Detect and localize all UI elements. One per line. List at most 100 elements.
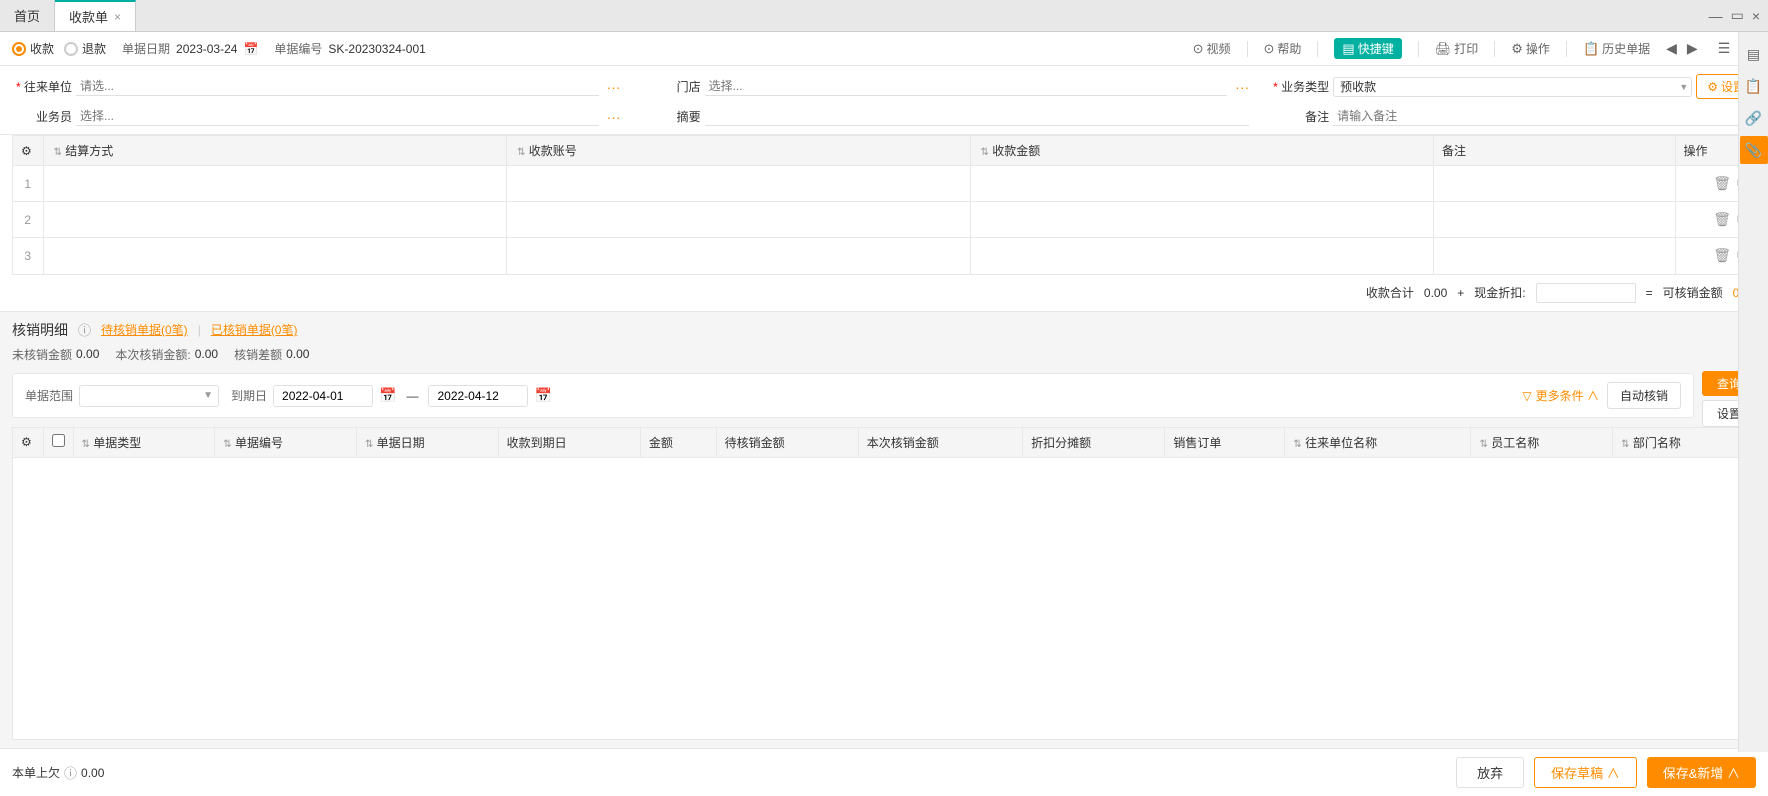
row-3-settle[interactable] xyxy=(43,238,507,274)
abandon-btn[interactable]: 放弃 xyxy=(1456,757,1524,788)
shortcut-btn[interactable]: ▤ 快捷键 xyxy=(1334,38,1401,59)
reconcile-info-icon[interactable]: ⓘ xyxy=(78,320,91,339)
thistime-stat: 本次核销金额: 0.00 xyxy=(115,346,218,363)
operate-btn[interactable]: ⚙ 操作 xyxy=(1511,40,1550,57)
store-input[interactable] xyxy=(705,77,1228,96)
operate-label: 操作 xyxy=(1526,40,1550,57)
help-btn[interactable]: ⊙ 帮助 xyxy=(1264,40,1302,57)
bottom-bar: 本单上欠 ⓘ 0.00 放弃 保存草稿 ∧ 保存&新增 ∧ xyxy=(0,748,1768,796)
store-more-btn[interactable]: ··· xyxy=(1235,79,1249,95)
right-panel-icon-1[interactable]: ▤ xyxy=(1740,40,1768,68)
doc-no-label: 单据编号 xyxy=(274,40,322,57)
row-2-account[interactable] xyxy=(507,202,971,238)
partner-input[interactable] xyxy=(76,77,599,96)
row-1-remark[interactable] xyxy=(1434,166,1675,202)
radio-refund[interactable]: 退款 xyxy=(64,40,106,57)
save-draft-btn[interactable]: 保存草稿 ∧ xyxy=(1534,757,1637,788)
remark-input[interactable] xyxy=(1333,107,1756,126)
row-3-remark[interactable] xyxy=(1434,238,1675,274)
history-btn[interactable]: 📋 历史单据 xyxy=(1583,40,1650,57)
date-from-icon[interactable]: 📅 xyxy=(379,387,396,404)
divider3 xyxy=(1418,41,1419,57)
row-1-account[interactable] xyxy=(507,166,971,202)
row-2-settle[interactable] xyxy=(43,202,507,238)
row-3-amount[interactable] xyxy=(970,238,1434,274)
row-3-delete-icon[interactable]: 🗑 xyxy=(1713,247,1731,264)
total-value: 0.00 xyxy=(1424,286,1447,300)
window-min-btn[interactable]: — xyxy=(1709,8,1723,24)
remark-label: 备注 xyxy=(1269,108,1329,125)
tab-home[interactable]: 首页 xyxy=(0,0,55,31)
rth-checkbox[interactable] xyxy=(43,428,73,458)
discount-input[interactable] xyxy=(1536,283,1636,303)
table-row: 2 🗑 ⧉ xyxy=(13,202,1755,238)
pending-tab[interactable]: 待核销单据(0笔) xyxy=(101,321,188,338)
row-3-account[interactable] xyxy=(507,238,971,274)
divider4 xyxy=(1494,41,1495,57)
date-from-input[interactable] xyxy=(273,385,373,407)
video-label: 视频 xyxy=(1206,40,1230,57)
prev-doc-btn[interactable]: ◀ xyxy=(1662,38,1681,59)
right-panel-icon-3[interactable]: 🔗 xyxy=(1740,104,1768,132)
th-remark: 备注 xyxy=(1434,136,1675,166)
staff-input[interactable] xyxy=(76,107,599,126)
plus-sign: + xyxy=(1457,286,1464,300)
diff-label: 核销差额 xyxy=(234,346,282,363)
row-2-delete-icon[interactable]: 🗑 xyxy=(1713,211,1731,228)
row-2-amount[interactable] xyxy=(970,202,1434,238)
doc-no-field: 单据编号 SK-20230324-001 xyxy=(274,40,425,57)
date-to-input[interactable] xyxy=(428,385,528,407)
done-tab[interactable]: 已核销单据(0笔) xyxy=(211,321,298,338)
summary-input[interactable] xyxy=(705,107,1250,126)
doc-date-icon[interactable]: 📅 xyxy=(243,42,258,56)
biz-type-select[interactable]: 预收款 xyxy=(1333,77,1692,97)
date-to-icon[interactable]: 📅 xyxy=(534,387,551,404)
date-field: 到期日 📅 — 📅 xyxy=(231,385,552,407)
summary-row: 收款合计 0.00 + 现金折扣: = 可核销金额 0.00 xyxy=(0,275,1768,312)
receipt-table-head: ⚙ ⇅ 结算方式 ⇅ 收款账号 ⇅ 收款金额 备注 xyxy=(13,136,1755,166)
help-label: 帮助 xyxy=(1277,40,1301,57)
list-view-btn[interactable]: ☰ xyxy=(1714,38,1735,59)
unreconciled-value: 0.00 xyxy=(76,347,99,361)
partner-field: 往来单位 ··· xyxy=(12,77,621,96)
discount-label: 现金折扣: xyxy=(1474,284,1525,301)
row-1-settle[interactable] xyxy=(43,166,507,202)
row-1-num: 1 xyxy=(13,166,43,202)
partner-more-btn[interactable]: ··· xyxy=(607,79,621,95)
store-field: 门店 ··· xyxy=(641,77,1250,96)
window-restore-btn[interactable]: ▭ xyxy=(1731,7,1744,24)
th-settings[interactable]: ⚙ xyxy=(13,136,43,166)
row-2-remark[interactable] xyxy=(1434,202,1675,238)
next-doc-btn[interactable]: ▶ xyxy=(1683,38,1702,59)
video-btn[interactable]: ⊙ 视频 xyxy=(1193,40,1231,57)
summary-label: 摘要 xyxy=(641,108,701,125)
auto-reconcile-btn[interactable]: 自动核销 xyxy=(1607,382,1681,409)
print-btn[interactable]: 🖨 打印 xyxy=(1435,40,1479,57)
more-conditions-btn[interactable]: ▽ 更多条件 ∧ xyxy=(1522,387,1599,404)
bottom-info: 本单上欠 ⓘ 0.00 xyxy=(12,763,104,782)
radio-receipt[interactable]: 收款 xyxy=(12,40,54,57)
thistime-value: 0.00 xyxy=(195,347,218,361)
window-close-btn[interactable]: × xyxy=(1752,8,1760,24)
right-panel-icon-4[interactable]: 📎 xyxy=(1740,136,1768,164)
total-label: 收款合计 xyxy=(1366,284,1414,301)
right-panel-icon-2[interactable]: 📋 xyxy=(1740,72,1768,100)
tab-receipts[interactable]: 收款单 × xyxy=(55,0,136,31)
staff-more-btn[interactable]: ··· xyxy=(607,109,621,125)
rth-gear[interactable]: ⚙ xyxy=(13,428,43,458)
biz-type-field: 业务类型 预收款 ⚙ 设置 xyxy=(1269,74,1756,99)
save-new-btn[interactable]: 保存&新增 ∧ xyxy=(1647,757,1756,788)
range-select[interactable] xyxy=(79,385,219,407)
history-label: 历史单据 xyxy=(1602,40,1650,57)
row-1-amount[interactable] xyxy=(970,166,1434,202)
radio-receipt-dot xyxy=(12,42,26,56)
bottom-info-icon[interactable]: ⓘ xyxy=(64,763,77,782)
row-1-delete-icon[interactable]: 🗑 xyxy=(1713,175,1731,192)
biz-type-label: 业务类型 xyxy=(1269,78,1329,95)
select-all-checkbox[interactable] xyxy=(52,434,65,447)
summary-field: 摘要 xyxy=(641,107,1250,126)
tab-close-btn[interactable]: × xyxy=(114,10,121,24)
tab-receipts-label: 收款单 xyxy=(69,7,108,26)
th-receipt-amount: ⇅ 收款金额 xyxy=(970,136,1434,166)
tab-home-label: 首页 xyxy=(14,6,40,25)
